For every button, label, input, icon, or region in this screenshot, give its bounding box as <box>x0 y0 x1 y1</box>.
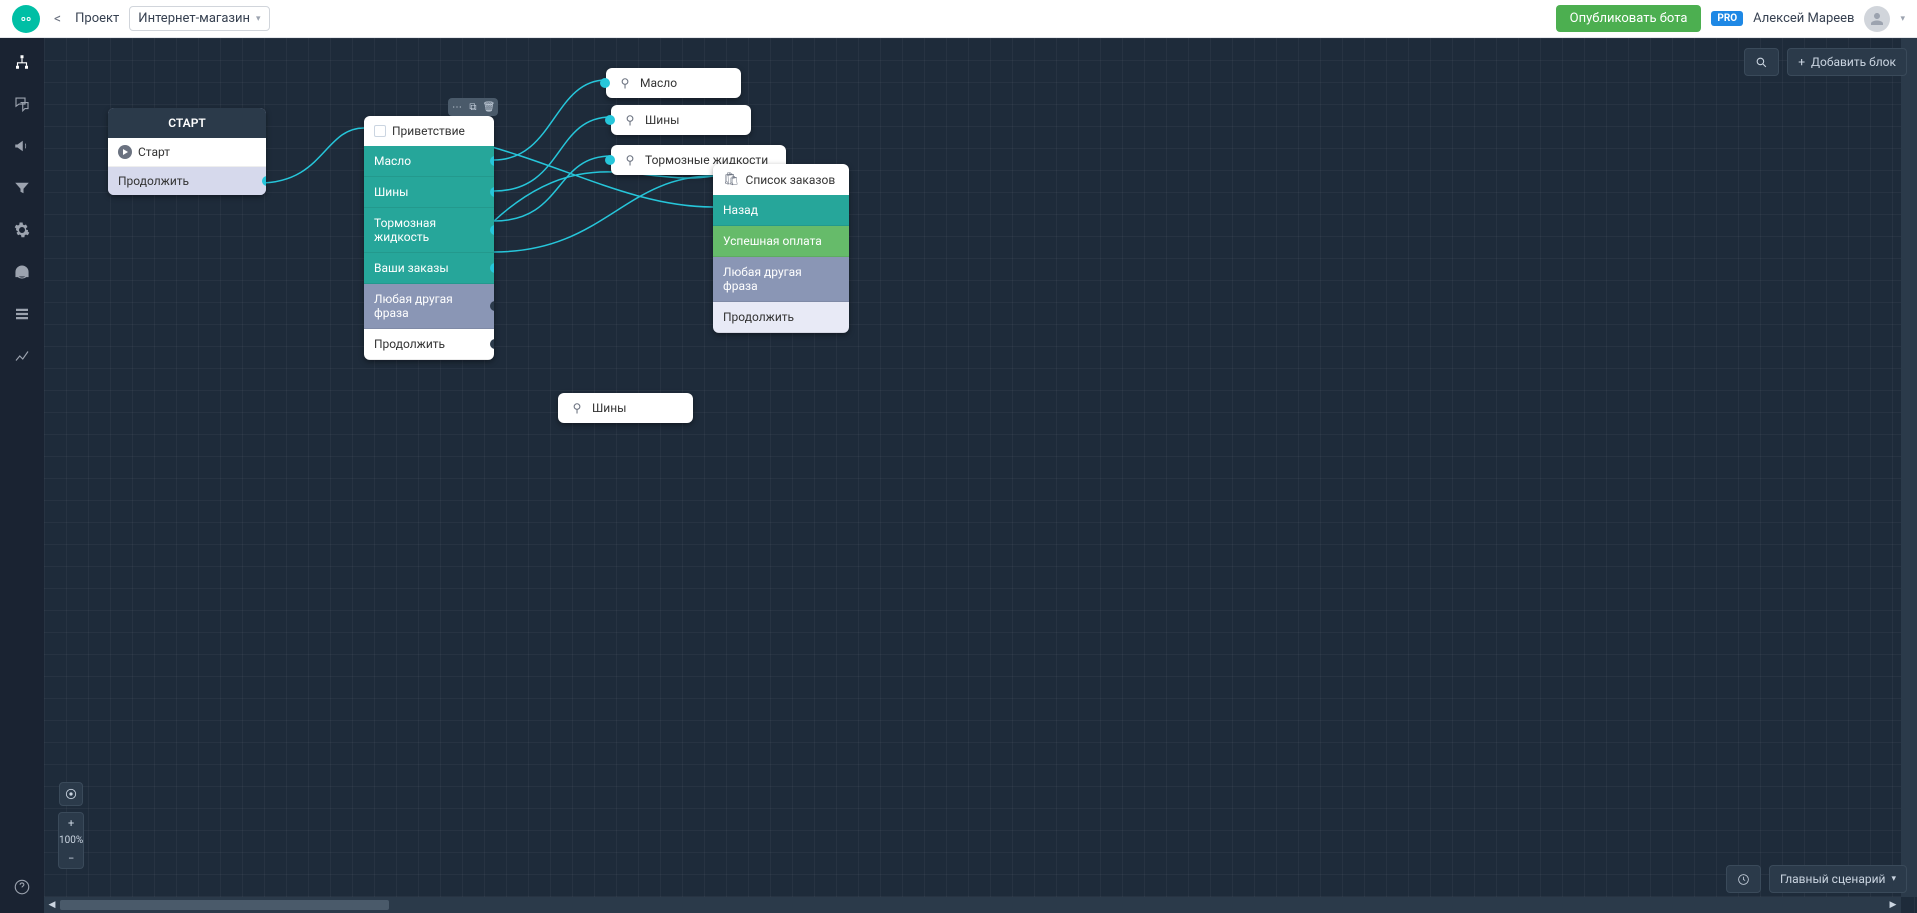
node-orders[interactable]: 🛍 Список заказов Назад Успешная оплата Л… <box>713 164 849 333</box>
node-toolbar: ⋯ ⧉ 🗑 <box>448 98 498 116</box>
node-start[interactable]: СТАРТ Старт Продолжить <box>108 108 266 195</box>
zoom-value: 100% <box>59 833 83 848</box>
output-port[interactable] <box>490 301 494 311</box>
node-tires2-label: Шины <box>592 401 626 415</box>
sidebar-item-settings[interactable] <box>10 218 34 242</box>
scenario-label: Главный сценарий <box>1780 872 1886 886</box>
output-port[interactable] <box>490 187 494 197</box>
scroll-left-icon[interactable]: ◀ <box>44 897 60 913</box>
output-port[interactable] <box>490 339 494 349</box>
zoom-out-button[interactable]: − <box>59 848 83 868</box>
chevron-down-icon: ▾ <box>256 14 261 24</box>
output-port[interactable] <box>490 156 494 166</box>
output-port[interactable] <box>490 225 494 235</box>
plug-icon: ⚲ <box>618 76 632 90</box>
sidebar-item-filter[interactable] <box>10 176 34 200</box>
sidebar-item-support[interactable] <box>10 260 34 284</box>
plug-icon: ⚲ <box>570 401 584 415</box>
checkbox-icon[interactable] <box>374 125 386 137</box>
orders-option-back[interactable]: Назад <box>713 195 849 226</box>
node-greeting-header[interactable]: Приветствие <box>364 116 494 146</box>
canvas-top-controls: + Добавить блок <box>1744 48 1907 76</box>
sidebar <box>0 38 44 913</box>
node-start-row-start[interactable]: Старт <box>108 138 266 167</box>
node-greeting[interactable]: ⋯ ⧉ 🗑 Приветствие Масло Шины Тормозная ж… <box>364 116 494 360</box>
node-oil-label: Масло <box>640 76 677 90</box>
publish-button[interactable]: Опубликовать бота <box>1556 5 1702 32</box>
node-orders-header[interactable]: 🛍 Список заказов <box>713 164 849 195</box>
greet-option-brake[interactable]: Тормозная жидкость <box>364 208 494 253</box>
node-oil[interactable]: ⚲ Масло <box>606 68 741 98</box>
zoom-in-button[interactable]: + <box>59 813 83 833</box>
scrollbar-thumb[interactable] <box>60 900 389 910</box>
node-tires-label: Шины <box>645 113 679 127</box>
scenario-select[interactable]: Главный сценарий ▾ <box>1769 865 1907 893</box>
greet-option-orders[interactable]: Ваши заказы <box>364 253 494 284</box>
node-orders-title: Список заказов <box>746 173 836 187</box>
input-port[interactable] <box>600 78 610 88</box>
project-name: Интернет-магазин <box>138 11 250 26</box>
greet-option-continue[interactable]: Продолжить <box>364 329 494 360</box>
orders-option-other[interactable]: Любая другая фраза <box>713 257 849 302</box>
input-port[interactable] <box>605 155 615 165</box>
vertical-scrollbar[interactable] <box>1901 38 1917 897</box>
node-start-row-continue-label: Продолжить <box>118 174 189 188</box>
canvas[interactable]: СТАРТ Старт Продолжить ⋯ ⧉ 🗑 <box>44 38 1917 913</box>
avatar[interactable] <box>1864 6 1890 32</box>
pro-badge: PRO <box>1711 11 1743 26</box>
logo-icon <box>12 5 40 33</box>
plug-icon: ⚲ <box>623 113 637 127</box>
header: < Проект Интернет-магазин ▾ Опубликовать… <box>0 0 1917 38</box>
canvas-zoom-controls: + 100% − <box>58 782 84 869</box>
add-block-button[interactable]: + Добавить блок <box>1787 48 1907 76</box>
user-menu-chevron-icon[interactable]: ▾ <box>1900 14 1905 24</box>
orders-option-continue[interactable]: Продолжить <box>713 302 849 333</box>
clock-icon <box>1737 873 1750 886</box>
node-start-row-continue[interactable]: Продолжить <box>108 167 266 195</box>
project-label: Проект <box>75 11 119 26</box>
horizontal-scrollbar[interactable]: ◀ ▶ <box>44 897 1901 913</box>
chevron-down-icon: ▾ <box>1891 874 1896 884</box>
node-tires[interactable]: ⚲ Шины <box>611 105 751 135</box>
search-button[interactable] <box>1744 48 1779 76</box>
sidebar-item-broadcast[interactable] <box>10 134 34 158</box>
node-copy-icon[interactable]: ⧉ <box>466 100 480 114</box>
edges-layer <box>44 38 1917 913</box>
sidebar-item-list[interactable] <box>10 302 34 326</box>
sidebar-item-flow[interactable] <box>10 50 34 74</box>
node-start-row-start-label: Старт <box>138 145 170 159</box>
output-port[interactable] <box>490 263 494 273</box>
node-delete-icon[interactable]: 🗑 <box>482 100 496 114</box>
orders-option-paid[interactable]: Успешная оплата <box>713 226 849 257</box>
plug-icon: ⚲ <box>623 153 637 167</box>
scroll-right-icon[interactable]: ▶ <box>1885 897 1901 913</box>
node-start-title: СТАРТ <box>108 108 266 138</box>
bag-icon: 🛍 <box>723 172 740 187</box>
fit-view-button[interactable] <box>59 782 83 806</box>
play-icon <box>118 145 132 159</box>
input-port[interactable] <box>605 115 615 125</box>
node-greeting-title: Приветствие <box>392 124 465 138</box>
greet-option-other[interactable]: Любая другая фраза <box>364 284 494 329</box>
canvas-bottom-controls: Главный сценарий ▾ <box>1726 865 1907 893</box>
target-icon <box>64 787 78 801</box>
history-button[interactable] <box>1726 865 1761 893</box>
sidebar-item-chat[interactable] <box>10 92 34 116</box>
node-tires2[interactable]: ⚲ Шины <box>558 393 693 423</box>
back-button[interactable]: < <box>50 11 65 27</box>
sidebar-item-analytics[interactable] <box>10 344 34 368</box>
sidebar-item-help[interactable] <box>10 875 34 899</box>
search-icon <box>1755 56 1768 69</box>
greet-option-oil[interactable]: Масло <box>364 146 494 177</box>
user-name: Алексей Мареев <box>1753 11 1854 26</box>
plus-icon: + <box>1798 55 1805 69</box>
project-select[interactable]: Интернет-магазин ▾ <box>129 6 269 31</box>
add-block-label: Добавить блок <box>1811 55 1896 69</box>
node-more-icon[interactable]: ⋯ <box>450 100 464 114</box>
greet-option-tires[interactable]: Шины <box>364 177 494 208</box>
output-port[interactable] <box>262 176 266 186</box>
